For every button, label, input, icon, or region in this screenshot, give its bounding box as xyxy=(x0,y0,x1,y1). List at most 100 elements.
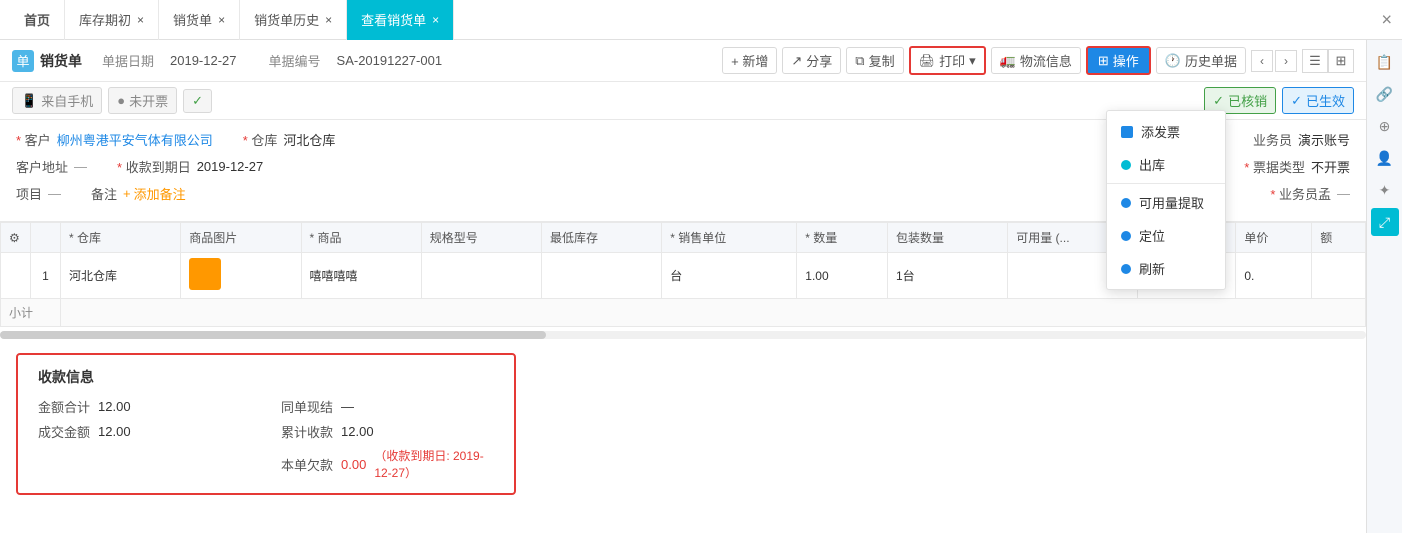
tab-sales-history-close[interactable]: × xyxy=(325,13,332,27)
th-img: 商品图片 xyxy=(181,223,301,253)
nav-arrows: ‹ › xyxy=(1251,50,1297,72)
dropdown-add-invoice[interactable]: 添发票 xyxy=(1107,115,1225,148)
row-product: 嘻嘻嘻嘻 xyxy=(301,253,421,299)
verified-check-icon: ✓ xyxy=(1213,93,1224,109)
view-grid-button[interactable]: ⊞ xyxy=(1328,49,1354,73)
th-price: 单价 xyxy=(1236,223,1312,253)
effective-label: 已生效 xyxy=(1306,91,1345,110)
outstanding-label: 本单欠款 xyxy=(281,455,333,474)
tab-inventory-close[interactable]: × xyxy=(137,13,144,27)
salesperson2-label: 业务员孟 xyxy=(1270,184,1331,203)
right-icon-4[interactable]: 👤 xyxy=(1371,144,1399,172)
tab-sales-close[interactable]: × xyxy=(218,13,225,27)
due-date-label: 收款到期日 xyxy=(117,157,191,176)
share-icon: ↗ xyxy=(791,53,802,69)
right-icon-2[interactable]: 🔗 xyxy=(1371,80,1399,108)
scrollbar-thumb xyxy=(0,331,546,339)
copy-label: 复制 xyxy=(869,51,895,70)
row-amount xyxy=(1312,253,1366,299)
cumulative-payment-label: 累计收款 xyxy=(281,422,333,441)
print-dropdown-arrow: ▾ xyxy=(969,53,976,69)
customer-label: 客户 xyxy=(16,130,51,149)
address-value: — xyxy=(74,159,87,174)
locate-icon xyxy=(1121,231,1131,241)
history-label: 历史单据 xyxy=(1185,51,1237,70)
add-note-label: 添加备注 xyxy=(134,184,186,203)
right-icon-5[interactable]: ✦ xyxy=(1371,176,1399,204)
address-field: 客户地址 — xyxy=(16,157,87,176)
share-label: 分享 xyxy=(806,51,832,70)
dropdown-avail-extract[interactable]: 可用量提取 xyxy=(1107,186,1225,219)
dropdown-refresh[interactable]: 刷新 xyxy=(1107,252,1225,285)
subtotal-row: 小计 xyxy=(1,299,1366,327)
project-label: 项目 xyxy=(16,184,42,203)
dropdown-ship[interactable]: 出库 xyxy=(1107,148,1225,181)
not-open-ticket-button[interactable]: ● 未开票 xyxy=(108,87,177,114)
tab-home[interactable]: 首页 xyxy=(10,0,65,40)
tab-sales[interactable]: 销货单 × xyxy=(159,0,240,40)
verified-label: 已核销 xyxy=(1228,91,1267,110)
tab-inventory-label: 库存期初 xyxy=(79,10,131,29)
th-unit: * 销售单位 xyxy=(662,223,797,253)
dropdown-divider xyxy=(1107,183,1225,184)
copy-button[interactable]: ⧉ 复制 xyxy=(846,47,903,74)
window-close-button[interactable]: × xyxy=(1381,9,1392,30)
new-button[interactable]: + 新增 xyxy=(722,47,777,74)
warehouse-value: 河北仓库 xyxy=(283,130,335,149)
share-button[interactable]: ↗ 分享 xyxy=(782,47,841,74)
subtotal-empty xyxy=(61,299,1366,327)
effective-button[interactable]: ✓ 已生效 xyxy=(1282,87,1354,114)
history-button[interactable]: 🕐 历史单据 xyxy=(1156,47,1246,74)
dropdown-locate[interactable]: 定位 xyxy=(1107,219,1225,252)
doc-toolbar: + 新增 ↗ 分享 ⧉ 复制 🖨 打印 ▾ 🚛 物流信息 xyxy=(722,46,1354,75)
nav-next-button[interactable]: › xyxy=(1275,50,1297,72)
view-list-button[interactable]: ☰ xyxy=(1302,49,1328,73)
th-gear: ⚙ xyxy=(1,223,31,253)
view-btns: ☰ ⊞ xyxy=(1302,49,1354,73)
right-icon-6-expand[interactable]: ⤢ xyxy=(1371,208,1399,236)
note-field: 备注 + 添加备注 xyxy=(91,184,186,203)
customer-field: 客户 柳州粤港平安气体有限公司 xyxy=(16,130,213,149)
tab-home-label: 首页 xyxy=(24,10,50,29)
address-label: 客户地址 xyxy=(16,157,68,176)
nav-prev-button[interactable]: ‹ xyxy=(1251,50,1273,72)
salesperson-label: 业务员 xyxy=(1253,130,1292,149)
customer-value[interactable]: 柳州粤港平安气体有限公司 xyxy=(57,130,213,149)
operation-button[interactable]: ⊞ 操作 xyxy=(1086,46,1151,75)
check1-button[interactable]: ✓ xyxy=(183,89,212,113)
table-scrollbar[interactable] xyxy=(0,331,1366,339)
tab-view-sales-close[interactable]: × xyxy=(432,13,439,27)
avail-extract-icon xyxy=(1121,198,1131,208)
tab-inventory[interactable]: 库存期初 × xyxy=(65,0,159,40)
th-spec: 规格型号 xyxy=(421,223,541,253)
effective-check-icon: ✓ xyxy=(1291,93,1302,109)
subtotal-label: 小计 xyxy=(1,299,61,327)
salesperson-value: 演示账号 xyxy=(1298,130,1350,149)
row-unit: 台 xyxy=(662,253,797,299)
ticket-value: 不开票 xyxy=(1311,157,1350,176)
doc-meta: 单据日期 2019-12-27 单据编号 SA-20191227-001 xyxy=(102,51,722,70)
refresh-label: 刷新 xyxy=(1139,259,1165,278)
no-value: SA-20191227-001 xyxy=(337,53,443,68)
print-button[interactable]: 🖨 打印 ▾ xyxy=(909,46,986,75)
main-area: 单 销货单 单据日期 2019-12-27 单据编号 SA-20191227-0… xyxy=(0,40,1402,533)
right-panel: 📋 🔗 ⊕ 👤 ✦ ⤢ xyxy=(1366,40,1402,533)
plus-icon: + xyxy=(123,186,131,201)
document-panel: 单 销货单 单据日期 2019-12-27 单据编号 SA-20191227-0… xyxy=(0,40,1366,533)
doc-header: 单 销货单 单据日期 2019-12-27 单据编号 SA-20191227-0… xyxy=(0,40,1366,82)
summary-grid: 金额合计 12.00 同单现结 — 成交金额 12.00 累计收款 12.00 … xyxy=(38,397,494,481)
logistics-icon: 🚛 xyxy=(1000,53,1016,69)
add-invoice-label: 添发票 xyxy=(1141,122,1180,141)
summary-box: 收款信息 金额合计 12.00 同单现结 — 成交金额 12.00 累计收款 1… xyxy=(16,353,516,495)
right-icon-1[interactable]: 📋 xyxy=(1371,48,1399,76)
tab-sales-history[interactable]: 销货单历史 × xyxy=(240,0,347,40)
from-phone-button[interactable]: 📱 来自手机 xyxy=(12,87,102,114)
copy-icon: ⧉ xyxy=(855,53,864,69)
row-img xyxy=(181,253,301,299)
th-amount: 额 xyxy=(1312,223,1366,253)
tab-view-sales[interactable]: 查看销货单 × xyxy=(347,0,454,40)
logistics-button[interactable]: 🚛 物流信息 xyxy=(991,47,1081,74)
right-icon-3[interactable]: ⊕ xyxy=(1371,112,1399,140)
add-note-button[interactable]: + 添加备注 xyxy=(123,184,186,203)
tab-bar: 首页 库存期初 × 销货单 × 销货单历史 × 查看销货单 × × xyxy=(0,0,1402,40)
